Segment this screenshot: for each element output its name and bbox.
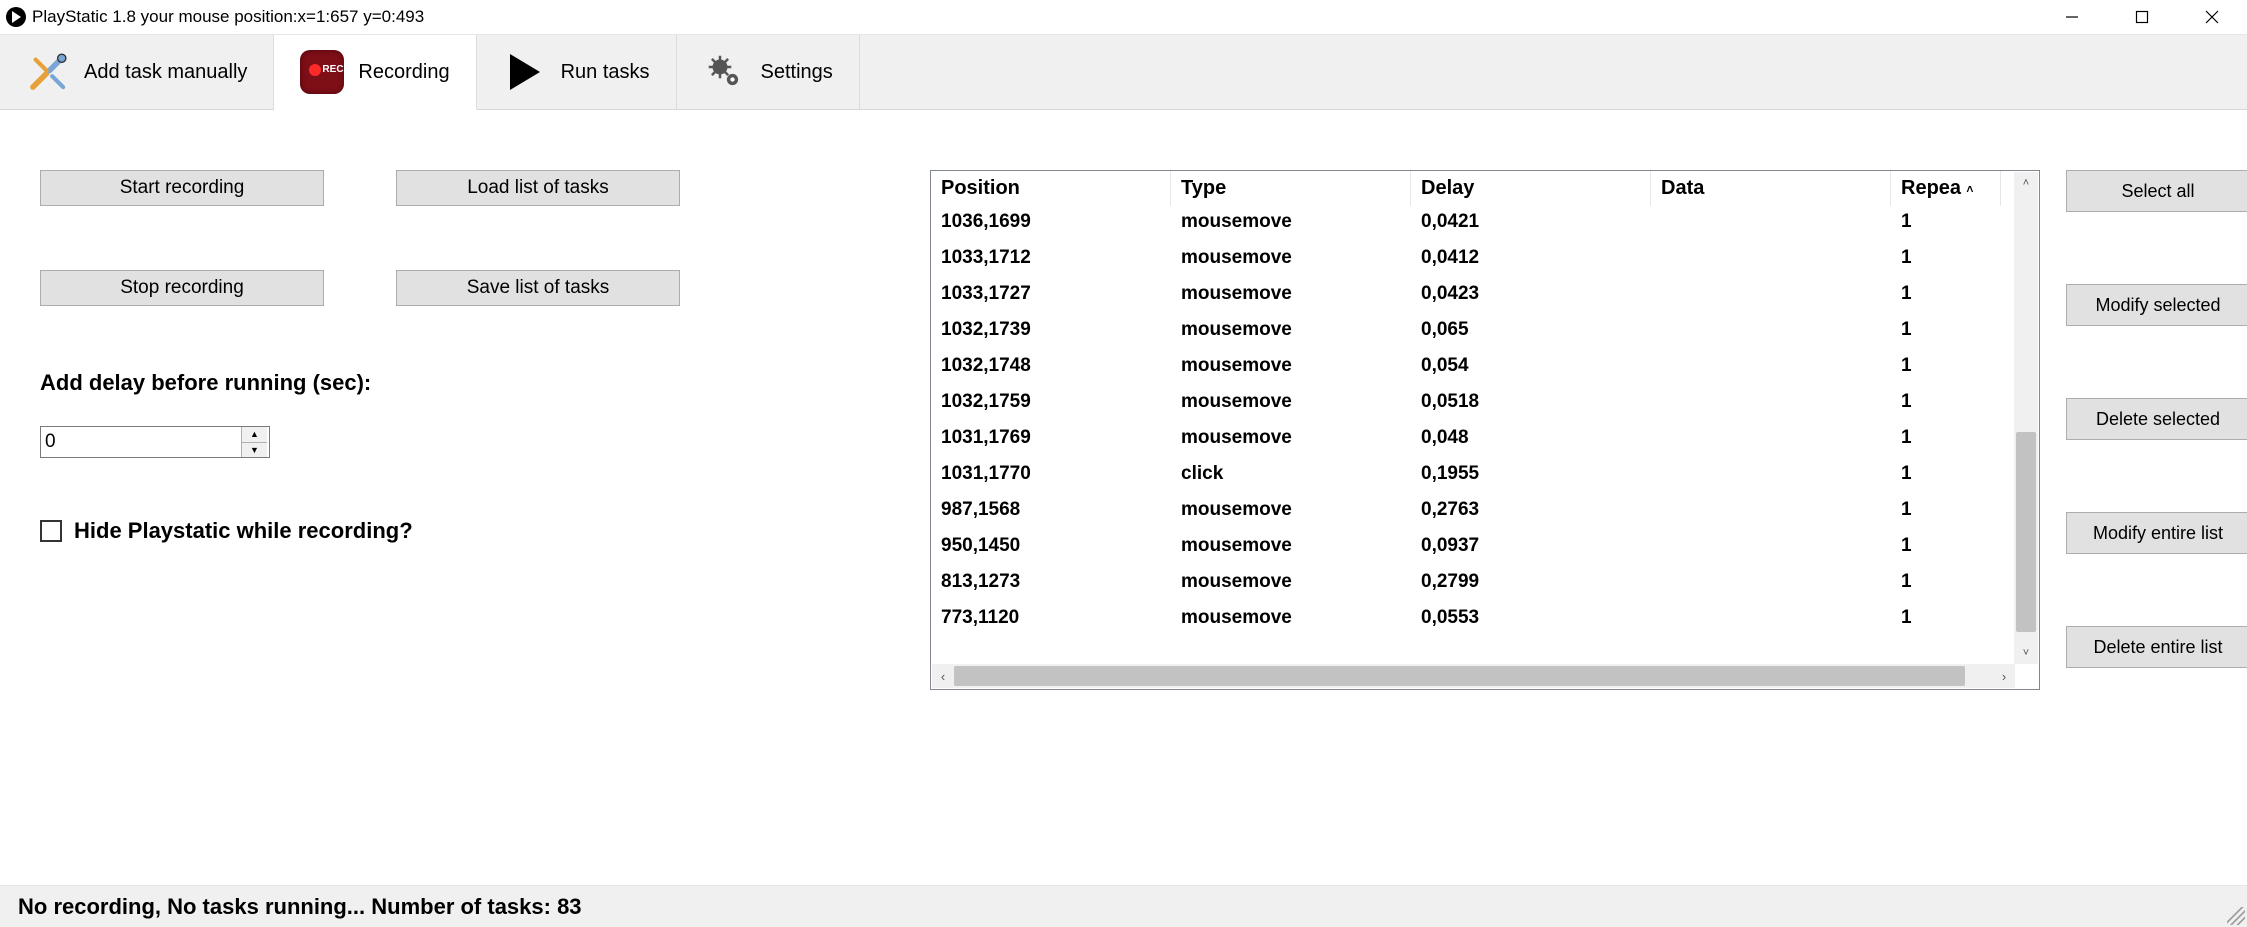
table-row[interactable]: 987,1568mousemove0,27631	[931, 495, 2039, 531]
table-row[interactable]: 773,1120mousemove0,05531	[931, 603, 2039, 639]
tab-run-tasks[interactable]: Run tasks	[477, 35, 677, 109]
delete-entire-list-button[interactable]: Delete entire list	[2066, 626, 2247, 668]
toolbar: Add task manually Recording Run tasks Se…	[0, 34, 2247, 110]
start-recording-button[interactable]: Start recording	[40, 170, 324, 206]
tab-label: Recording	[358, 61, 449, 84]
sort-asc-icon: ˄	[1963, 182, 1973, 196]
scroll-up-icon[interactable]: ˄	[2014, 172, 2038, 194]
record-icon	[300, 50, 344, 94]
save-tasks-button[interactable]: Save list of tasks	[396, 270, 680, 306]
vertical-scrollbar[interactable]: ˄ ˅	[2014, 172, 2038, 664]
modify-entire-list-button[interactable]: Modify entire list	[2066, 512, 2247, 554]
table-row[interactable]: 1031,1770click0,19551	[931, 459, 2039, 495]
maximize-button[interactable]	[2107, 0, 2177, 34]
table-row[interactable]: 1033,1712mousemove0,04121	[931, 243, 2039, 279]
scroll-left-icon[interactable]: ‹	[932, 664, 954, 688]
close-button[interactable]	[2177, 0, 2247, 34]
task-table: Position Type Delay Data Repea ˄ 1036,16…	[930, 170, 2040, 690]
stop-recording-button[interactable]: Stop recording	[40, 270, 324, 306]
scroll-right-icon[interactable]: ›	[1993, 664, 2015, 688]
spinner-up[interactable]: ▲	[242, 427, 267, 443]
tab-label: Add task manually	[84, 61, 247, 84]
table-body[interactable]: 1036,1699mousemove0,042111033,1712mousem…	[931, 207, 2039, 665]
table-row[interactable]: 950,1450mousemove0,09371	[931, 531, 2039, 567]
tab-label: Settings	[761, 61, 833, 84]
horizontal-scrollbar[interactable]: ‹ ›	[932, 664, 2015, 688]
delay-label: Add delay before running (sec):	[40, 370, 720, 396]
tab-settings[interactable]: Settings	[677, 35, 860, 109]
hide-label: Hide Playstatic while recording?	[74, 518, 413, 544]
table-row[interactable]: 1036,1699mousemove0,04211	[931, 207, 2039, 243]
play-icon	[503, 50, 547, 94]
side-buttons: Select all Modify selected Delete select…	[2066, 170, 2247, 668]
statusbar: No recording, No tasks running... Number…	[0, 885, 2247, 927]
scroll-thumb[interactable]	[2016, 432, 2036, 632]
tab-label: Run tasks	[561, 61, 650, 84]
col-type[interactable]: Type	[1171, 171, 1411, 206]
tools-icon	[26, 50, 70, 94]
delay-spinner[interactable]: ▲ ▼	[40, 426, 270, 458]
delay-input[interactable]	[41, 427, 241, 457]
table-header: Position Type Delay Data Repea ˄	[931, 171, 2039, 207]
table-row[interactable]: 813,1273mousemove0,27991	[931, 567, 2039, 603]
tab-recording[interactable]: Recording	[274, 35, 476, 110]
load-tasks-button[interactable]: Load list of tasks	[396, 170, 680, 206]
titlebar: PlayStatic 1.8 your mouse position:x=1:6…	[0, 0, 2247, 34]
hide-checkbox[interactable]	[40, 520, 62, 542]
recording-controls: Start recording Load list of tasks Stop …	[40, 170, 720, 544]
table-row[interactable]: 1033,1727mousemove0,04231	[931, 279, 2039, 315]
tab-add-task[interactable]: Add task manually	[0, 35, 274, 109]
table-row[interactable]: 1031,1769mousemove0,0481	[931, 423, 2039, 459]
resize-grip[interactable]	[2227, 907, 2245, 925]
table-row[interactable]: 1032,1748mousemove0,0541	[931, 351, 2039, 387]
table-row[interactable]: 1032,1739mousemove0,0651	[931, 315, 2039, 351]
app-icon	[6, 7, 26, 27]
spinner-down[interactable]: ▼	[242, 443, 267, 458]
status-text: No recording, No tasks running... Number…	[18, 894, 582, 920]
col-repeat[interactable]: Repea ˄	[1891, 171, 2001, 206]
scroll-down-icon[interactable]: ˅	[2014, 642, 2038, 664]
modify-selected-button[interactable]: Modify selected	[2066, 284, 2247, 326]
delete-selected-button[interactable]: Delete selected	[2066, 398, 2247, 440]
gear-icon	[703, 50, 747, 94]
hscroll-thumb[interactable]	[954, 666, 1965, 686]
col-data[interactable]: Data	[1651, 171, 1891, 206]
col-position[interactable]: Position	[931, 171, 1171, 206]
window-title: PlayStatic 1.8 your mouse position:x=1:6…	[32, 7, 424, 27]
col-delay[interactable]: Delay	[1411, 171, 1651, 206]
table-row[interactable]: 1032,1759mousemove0,05181	[931, 387, 2039, 423]
content-area: Start recording Load list of tasks Stop …	[0, 110, 2247, 885]
minimize-button[interactable]	[2037, 0, 2107, 34]
select-all-button[interactable]: Select all	[2066, 170, 2247, 212]
